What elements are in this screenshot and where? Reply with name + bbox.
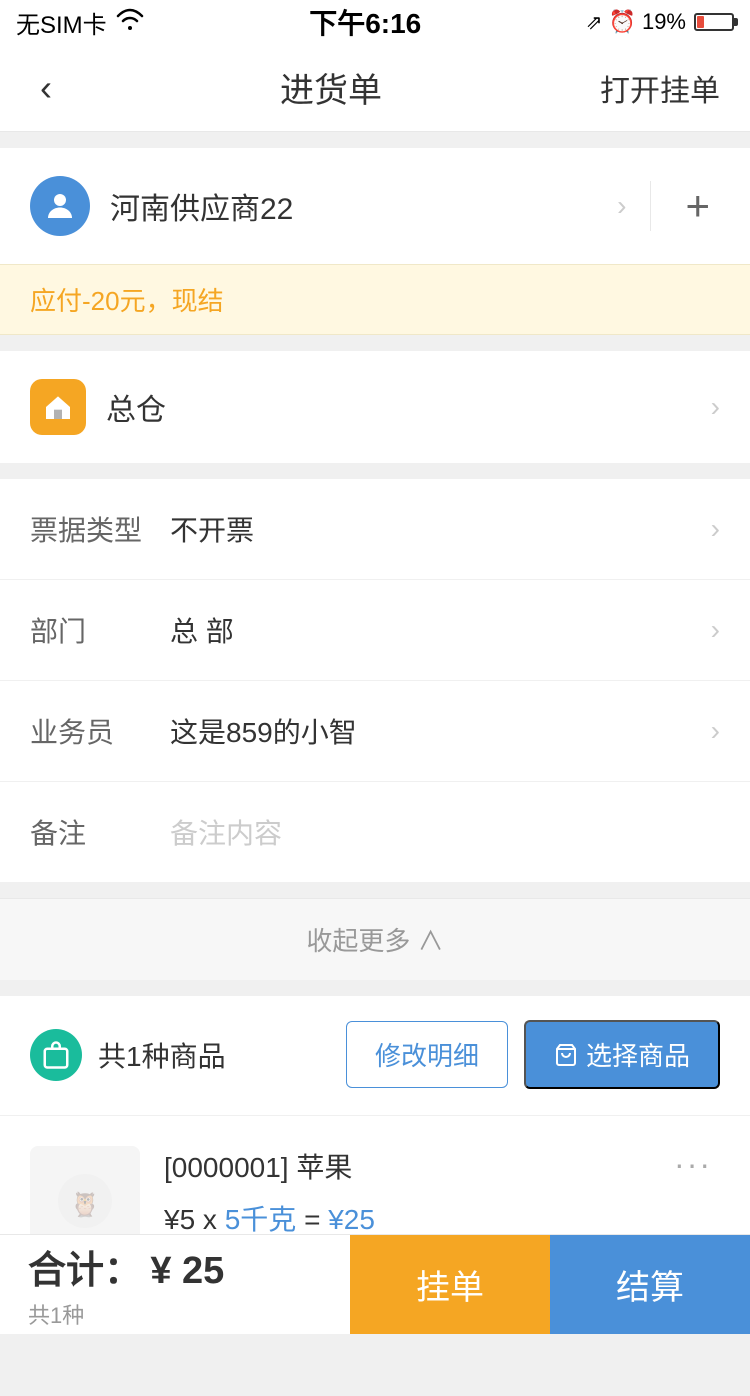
owl-logo-icon: 🦉 <box>55 1171 115 1231</box>
status-right: ⇗ ⏰ 19% <box>586 9 734 35</box>
wifi-icon <box>115 8 145 37</box>
alarm-icon: ⏰ <box>609 9 636 35</box>
products-icon <box>30 1029 82 1081</box>
more-options-button[interactable]: ··· <box>666 1146 720 1183</box>
chevron-right-icon: › <box>711 391 720 423</box>
price-equals: = <box>304 1204 328 1235</box>
nav-bar: ‹ 进货单 打开挂单 <box>0 44 750 132</box>
person-icon <box>42 188 78 224</box>
product-info: [0000001] 苹果 ¥5 x 5千克 = ¥25 <box>164 1146 666 1238</box>
supplier-avatar <box>30 176 90 236</box>
add-button[interactable]: + <box>675 182 720 230</box>
status-bar: 无SIM卡 下午6:16 ⇗ ⏰ 19% <box>0 0 750 44</box>
department-value: 总 部 <box>170 610 711 650</box>
supplier-row[interactable]: 河南供应商22 › + <box>0 148 750 264</box>
product-price: ¥5 x 5千克 = ¥25 <box>164 1198 666 1238</box>
total-section: 合计： ¥ 25 共1种 <box>0 1235 350 1334</box>
settle-button[interactable]: 结算 <box>550 1235 750 1334</box>
product-code: [0000001] <box>164 1152 296 1183</box>
shopping-bag-icon <box>41 1040 71 1070</box>
chevron-right-icon: › <box>617 190 626 222</box>
chevron-right-icon: › <box>711 513 720 545</box>
select-product-label: 选择商品 <box>586 1036 690 1073</box>
invoice-type-label: 票据类型 <box>30 509 170 549</box>
battery-fill <box>697 16 704 28</box>
hang-button[interactable]: 挂单 <box>350 1235 550 1334</box>
invoice-type-row[interactable]: 票据类型 不开票 › <box>0 479 750 580</box>
warehouse-icon <box>30 379 86 435</box>
remark-input[interactable]: 备注内容 <box>170 812 720 852</box>
chevron-right-icon: › <box>711 715 720 747</box>
remark-label: 备注 <box>30 812 170 852</box>
total-value: ¥ 25 <box>150 1250 224 1292</box>
total-price: ¥25 <box>328 1204 375 1235</box>
quantity: 5千克 <box>225 1204 297 1235</box>
department-label: 部门 <box>30 610 170 650</box>
select-product-button[interactable]: 选择商品 <box>524 1020 720 1089</box>
cart-icon <box>554 1043 578 1067</box>
content: 河南供应商22 › + 应付-20元，现结 总仓 › 票据类型 不开票 › <box>0 148 750 1396</box>
status-time: 下午6:16 <box>309 2 421 42</box>
back-button[interactable]: ‹ <box>30 57 62 119</box>
open-hang-button[interactable]: 打开挂单 <box>600 66 720 110</box>
salesman-label: 业务员 <box>30 711 170 751</box>
products-header: 共1种商品 修改明细 选择商品 <box>0 996 750 1113</box>
location-icon: ⇗ <box>586 10 603 35</box>
signal-label: 无SIM卡 <box>16 5 107 40</box>
modify-detail-button[interactable]: 修改明细 <box>346 1021 508 1088</box>
total-amount: 合计： ¥ 25 <box>28 1239 322 1294</box>
page-title: 进货单 <box>280 63 382 112</box>
invoice-type-value: 不开票 <box>170 509 711 549</box>
form-card: 票据类型 不开票 › 部门 总 部 › 业务员 这是859的小智 › 备注 备注… <box>0 479 750 882</box>
warehouse-row[interactable]: 总仓 › <box>0 351 750 463</box>
total-label: 合计： <box>28 1250 142 1292</box>
unit-price: ¥5 x <box>164 1204 225 1235</box>
salesman-row[interactable]: 业务员 这是859的小智 › <box>0 681 750 782</box>
department-row[interactable]: 部门 总 部 › <box>0 580 750 681</box>
collapse-bar[interactable]: 收起更多 ∧ <box>0 898 750 980</box>
product-name: [0000001] 苹果 <box>164 1146 666 1186</box>
battery-percent: 19% <box>642 9 686 35</box>
warehouse-card[interactable]: 总仓 › <box>0 351 750 463</box>
total-count: 共1种 <box>28 1298 322 1330</box>
bottom-bar: 合计： ¥ 25 共1种 挂单 结算 <box>0 1234 750 1334</box>
warehouse-name: 总仓 <box>106 385 711 429</box>
supplier-card: 河南供应商22 › + 应付-20元，现结 <box>0 148 750 335</box>
products-count: 共1种商品 <box>98 1035 346 1075</box>
notice-bar: 应付-20元，现结 <box>0 264 750 335</box>
svg-text:🦉: 🦉 <box>70 1191 100 1218</box>
home-icon <box>42 391 74 423</box>
status-left: 无SIM卡 <box>16 5 145 40</box>
product-title: 苹果 <box>296 1152 352 1183</box>
salesman-value: 这是859的小智 <box>170 711 711 751</box>
remark-row[interactable]: 备注 备注内容 <box>0 782 750 882</box>
divider <box>650 181 651 231</box>
supplier-name: 河南供应商22 <box>110 184 617 228</box>
battery-icon <box>694 13 734 31</box>
chevron-right-icon: › <box>711 614 720 646</box>
